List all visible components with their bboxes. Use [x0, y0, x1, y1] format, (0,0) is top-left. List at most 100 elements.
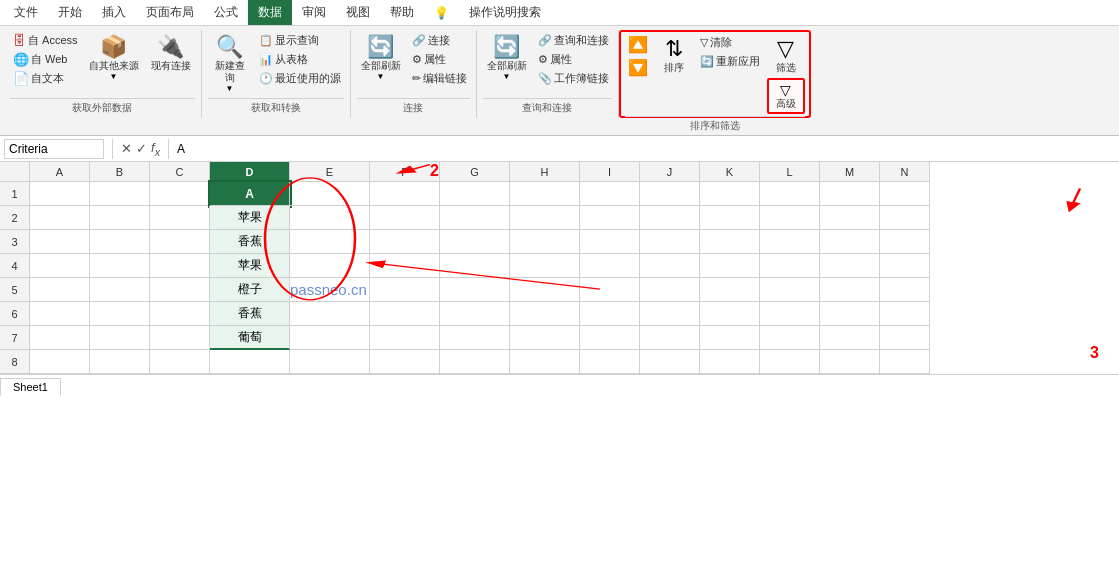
name-box[interactable] — [4, 139, 104, 159]
cell-I4[interactable] — [580, 254, 640, 278]
cell-A7[interactable] — [30, 326, 90, 350]
cell-C5[interactable] — [150, 278, 210, 302]
btn-workbook-links[interactable]: 📎 工作簿链接 — [535, 70, 612, 87]
btn-properties[interactable]: ⚙ 属性 — [409, 51, 470, 68]
cell-L4[interactable] — [760, 254, 820, 278]
cell-L2[interactable] — [760, 206, 820, 230]
cell-L6[interactable] — [760, 302, 820, 326]
cell-C1[interactable] — [150, 182, 210, 206]
menu-item-insert[interactable]: 插入 — [92, 0, 136, 25]
cell-C8[interactable] — [150, 350, 210, 374]
cell-F5[interactable] — [370, 278, 440, 302]
btn-web[interactable]: 🌐 自 Web — [10, 51, 81, 68]
cell-H4[interactable] — [510, 254, 580, 278]
btn-sort[interactable]: ⇅ 排序 — [655, 34, 693, 76]
btn-refresh-all-2[interactable]: 🔄 全部刷新 ▼ — [483, 32, 531, 83]
cell-J2[interactable] — [640, 206, 700, 230]
cell-C4[interactable] — [150, 254, 210, 278]
btn-from-table[interactable]: 📊 从表格 — [256, 51, 344, 68]
cell-D8[interactable] — [210, 350, 290, 374]
menu-item-data[interactable]: 数据 — [248, 0, 292, 25]
cell-K6[interactable] — [700, 302, 760, 326]
btn-advanced[interactable]: ▽ 高级 — [767, 78, 805, 114]
cell-C3[interactable] — [150, 230, 210, 254]
cell-A1[interactable] — [30, 182, 90, 206]
cell-J8[interactable] — [640, 350, 700, 374]
cell-K5[interactable] — [700, 278, 760, 302]
cell-M8[interactable] — [820, 350, 880, 374]
btn-other-sources[interactable]: 📦 自其他来源 ▼ — [85, 32, 143, 83]
cell-E7[interactable] — [290, 326, 370, 350]
cell-N1[interactable] — [880, 182, 930, 206]
cell-M3[interactable] — [820, 230, 880, 254]
cell-F8[interactable] — [370, 350, 440, 374]
cell-M2[interactable] — [820, 206, 880, 230]
cell-B3[interactable] — [90, 230, 150, 254]
cell-A4[interactable] — [30, 254, 90, 278]
cell-B2[interactable] — [90, 206, 150, 230]
btn-filter[interactable]: ▽ 筛选 — [767, 34, 805, 76]
cell-F3[interactable] — [370, 230, 440, 254]
btn-sort-az[interactable]: 🔼 — [625, 34, 651, 55]
btn-edit-links[interactable]: ✏ 编辑链接 — [409, 70, 470, 87]
cell-A5[interactable] — [30, 278, 90, 302]
cell-B8[interactable] — [90, 350, 150, 374]
menu-item-start[interactable]: 开始 — [48, 0, 92, 25]
cell-D6[interactable]: 香蕉 — [210, 302, 290, 326]
cell-G5[interactable] — [440, 278, 510, 302]
cell-N6[interactable] — [880, 302, 930, 326]
btn-access[interactable]: 🗄 自 Access — [10, 32, 81, 49]
menu-item-file[interactable]: 文件 — [4, 0, 48, 25]
cell-A8[interactable] — [30, 350, 90, 374]
cell-A6[interactable] — [30, 302, 90, 326]
btn-recent-sources[interactable]: 🕐 最近使用的源 — [256, 70, 344, 87]
cell-G7[interactable] — [440, 326, 510, 350]
cell-J4[interactable] — [640, 254, 700, 278]
cell-N5[interactable] — [880, 278, 930, 302]
cell-K4[interactable] — [700, 254, 760, 278]
fx-icon[interactable]: fx — [151, 140, 160, 158]
cell-E4[interactable] — [290, 254, 370, 278]
cell-G2[interactable] — [440, 206, 510, 230]
cell-I1[interactable] — [580, 182, 640, 206]
cell-H7[interactable] — [510, 326, 580, 350]
cell-E2[interactable] — [290, 206, 370, 230]
cell-I5[interactable] — [580, 278, 640, 302]
cell-I8[interactable] — [580, 350, 640, 374]
btn-clear[interactable]: ▽ 清除 — [697, 34, 763, 51]
cell-H8[interactable] — [510, 350, 580, 374]
cell-M1[interactable] — [820, 182, 880, 206]
cell-K2[interactable] — [700, 206, 760, 230]
cell-E1[interactable] — [290, 182, 370, 206]
menu-item-help[interactable]: 帮助 — [380, 0, 424, 25]
cell-H3[interactable] — [510, 230, 580, 254]
cell-D7[interactable]: 葡萄 — [210, 326, 290, 350]
cell-G4[interactable] — [440, 254, 510, 278]
cell-G8[interactable] — [440, 350, 510, 374]
sheet-tab-1[interactable]: Sheet1 — [0, 378, 61, 396]
cell-D4[interactable]: 苹果 — [210, 254, 290, 278]
cell-L3[interactable] — [760, 230, 820, 254]
cell-L5[interactable] — [760, 278, 820, 302]
cell-M4[interactable] — [820, 254, 880, 278]
cell-C6[interactable] — [150, 302, 210, 326]
cell-H1[interactable] — [510, 182, 580, 206]
btn-text[interactable]: 📄 自文本 — [10, 70, 81, 87]
cell-A3[interactable] — [30, 230, 90, 254]
cell-K7[interactable] — [700, 326, 760, 350]
cell-N3[interactable] — [880, 230, 930, 254]
cell-J6[interactable] — [640, 302, 700, 326]
cell-B5[interactable] — [90, 278, 150, 302]
cell-F7[interactable] — [370, 326, 440, 350]
cell-H6[interactable] — [510, 302, 580, 326]
cell-F4[interactable] — [370, 254, 440, 278]
cell-C7[interactable] — [150, 326, 210, 350]
btn-existing-connection[interactable]: 🔌 现有连接 — [147, 32, 195, 74]
cell-B4[interactable] — [90, 254, 150, 278]
menu-item-layout[interactable]: 页面布局 — [136, 0, 204, 25]
cell-I7[interactable] — [580, 326, 640, 350]
cell-B7[interactable] — [90, 326, 150, 350]
cell-B1[interactable] — [90, 182, 150, 206]
cell-E8[interactable] — [290, 350, 370, 374]
cell-E5[interactable]: passneo.cn — [290, 278, 370, 302]
